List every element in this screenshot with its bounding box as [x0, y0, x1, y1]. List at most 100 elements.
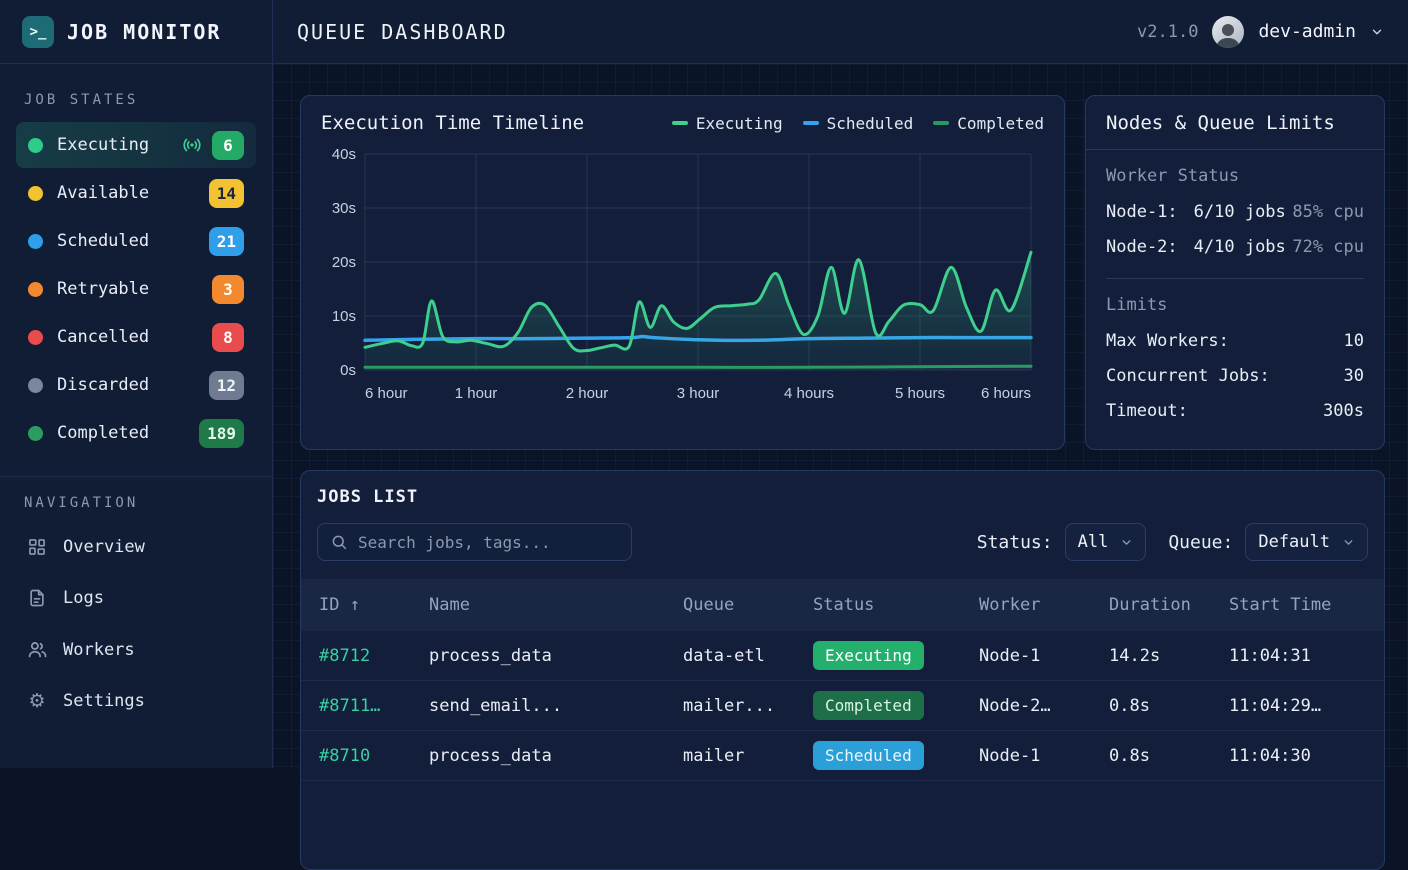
legend-dash-icon	[802, 121, 819, 125]
jobs-list-title: JOBS LIST	[317, 487, 419, 507]
worker-name: Node-1:	[1106, 201, 1178, 222]
state-count-badge: 8	[212, 322, 244, 352]
app-header: >_ JOB MONITOR QUEUE DASHBOARD v2.1.0 de…	[0, 0, 1408, 64]
worker-row-node2: Node-2: 4/10 jobs 72% cpu	[1106, 229, 1364, 264]
job-id-link[interactable]: #8710	[319, 746, 429, 766]
table-row[interactable]: #8710 process_data mailer Scheduled Node…	[301, 731, 1384, 781]
job-states-list: Executing 6 Available 14 Scheduled 21 Re…	[16, 122, 256, 456]
legend-label: Scheduled	[826, 113, 914, 133]
status-badge: Executing	[813, 641, 924, 670]
chart-title: Execution Time Timeline	[321, 112, 585, 134]
status-filter-value: All	[1077, 532, 1109, 552]
nav-item-label: Settings	[63, 691, 145, 711]
job-id-link[interactable]: #8712	[319, 646, 429, 666]
column-header[interactable]: Status	[813, 595, 979, 615]
legend-dash-icon	[933, 121, 950, 125]
state-dot-icon	[28, 281, 43, 297]
state-dot-icon	[28, 425, 43, 441]
sidebar-divider	[0, 476, 272, 477]
sidebar-state-item[interactable]: Scheduled 21	[16, 218, 256, 264]
sidebar-state-item[interactable]: Retryable 3	[16, 266, 256, 312]
person-silhouette-icon	[1216, 23, 1241, 48]
column-header[interactable]: Start Time	[1229, 595, 1384, 615]
limit-row-timeout: Timeout: 300s	[1106, 393, 1364, 428]
svg-text:2 hour: 2 hour	[566, 385, 609, 402]
status-filter-select[interactable]: All	[1064, 523, 1147, 561]
legend-label: Completed	[957, 113, 1044, 133]
queue-filter-value: Default	[1258, 532, 1330, 552]
page-title: QUEUE DASHBOARD	[297, 19, 508, 44]
limit-label: Concurrent Jobs:	[1106, 365, 1270, 386]
avatar[interactable]	[1212, 15, 1245, 48]
legend-item-scheduled[interactable]: Scheduled	[802, 113, 914, 133]
app-title: JOB MONITOR	[67, 19, 222, 44]
jobs-table: ID ↑ Name Queue Status Worker Duration S…	[301, 579, 1384, 781]
state-label: Cancelled	[57, 327, 150, 347]
job-start-time: 11:04:30	[1229, 745, 1311, 766]
svg-text:40s: 40s	[332, 146, 356, 163]
column-header[interactable]: ID ↑	[319, 595, 429, 615]
state-dot-icon	[28, 377, 43, 393]
status-badge: Scheduled	[813, 741, 924, 770]
job-duration: 0.8s	[1109, 745, 1150, 766]
svg-text:6 hours: 6 hours	[981, 385, 1031, 402]
job-name: process_data	[429, 745, 552, 766]
queue-filter-select[interactable]: Default	[1245, 523, 1368, 561]
table-row[interactable]: #8712 process_data data-etl Executing No…	[301, 631, 1384, 681]
nodes-limits-card: Nodes & Queue Limits Worker Status Node-…	[1085, 95, 1385, 450]
job-queue: mailer	[683, 745, 745, 766]
sidebar-state-item[interactable]: Discarded 12	[16, 362, 256, 408]
navigation-header: NAVIGATION	[24, 495, 139, 511]
search-box[interactable]	[317, 523, 632, 561]
limit-value: 30	[1343, 365, 1364, 386]
job-id-link[interactable]: #8711…	[319, 696, 429, 716]
nav-item-logs[interactable]: Logs	[16, 576, 256, 620]
nav-item-overview[interactable]: Overview	[16, 525, 256, 569]
jobs-list-card: JOBS LIST Status: All	[300, 470, 1385, 870]
state-label: Completed	[57, 423, 150, 443]
column-header[interactable]: Duration	[1109, 595, 1229, 615]
table-row[interactable]: #8711… send_email... mailer... Completed…	[301, 681, 1384, 731]
limit-row-max-workers: Max Workers: 10	[1106, 323, 1364, 358]
sidebar-state-item[interactable]: Available 14	[16, 170, 256, 216]
job-worker: Node-2…	[979, 695, 1051, 716]
sidebar-state-item[interactable]: Completed 189	[16, 410, 256, 456]
limits-header: Limits	[1106, 295, 1168, 315]
column-header[interactable]: Worker	[979, 595, 1109, 615]
sidebar-state-item[interactable]: Cancelled 8	[16, 314, 256, 360]
svg-text:4 hours: 4 hours	[784, 385, 834, 402]
worker-cpu: 72% cpu	[1292, 236, 1364, 257]
sidebar-state-item[interactable]: Executing 6	[16, 122, 256, 168]
legend-item-completed[interactable]: Completed	[933, 114, 1044, 133]
svg-text:0s: 0s	[340, 362, 356, 379]
state-label: Discarded	[57, 375, 150, 395]
search-input[interactable]	[358, 532, 619, 552]
job-name: send_email...	[429, 695, 563, 716]
state-dot-icon	[28, 329, 43, 345]
status-filter-label: Status:	[976, 531, 1053, 553]
sidebar: JOB STATES Executing 6 Available 14 Sche…	[0, 64, 273, 768]
nav-item-workers[interactable]: Workers	[16, 627, 256, 672]
table-body: #8712 process_data data-etl Executing No…	[301, 631, 1384, 781]
nav-item-settings[interactable]: ⚙ Settings	[16, 679, 256, 723]
job-start-time: 11:04:29…	[1229, 695, 1322, 716]
chart-legend: Executing Scheduled Completed	[671, 113, 1044, 133]
worker-jobs: 6/10 jobs	[1193, 201, 1286, 222]
queue-filter-label: Queue:	[1168, 531, 1234, 553]
state-count-badge: 21	[208, 226, 244, 256]
column-header[interactable]: Name	[429, 595, 683, 615]
worker-cpu: 85% cpu	[1292, 201, 1364, 222]
nav-item-label: Overview	[63, 537, 145, 557]
column-header[interactable]: Queue	[683, 595, 813, 615]
username[interactable]: dev-admin	[1258, 21, 1356, 42]
chevron-down-icon[interactable]	[1370, 25, 1384, 39]
main-content: Execution Time Timeline Executing Schedu…	[273, 64, 1408, 870]
state-label: Available	[57, 183, 150, 203]
state-dot-icon	[28, 185, 43, 201]
legend-item-executing[interactable]: Executing	[671, 114, 783, 133]
svg-text:1 hour: 1 hour	[455, 385, 498, 402]
limit-value: 300s	[1323, 400, 1364, 421]
search-icon	[330, 533, 348, 551]
job-states-header: JOB STATES	[24, 92, 139, 108]
limit-row-concurrent-jobs: Concurrent Jobs: 30	[1106, 358, 1364, 393]
